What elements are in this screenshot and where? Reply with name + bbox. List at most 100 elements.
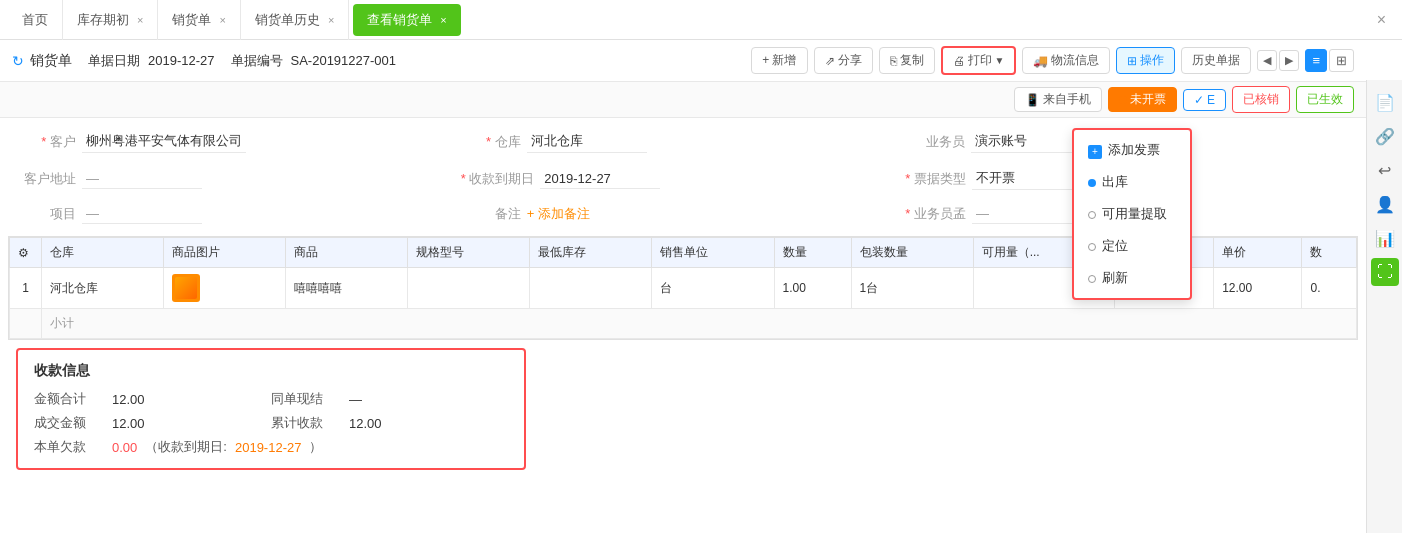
row-amount: 0.: [1302, 268, 1357, 309]
col-pack-qty: 包装数量: [851, 238, 973, 268]
add-invoice-icon: +: [1088, 142, 1102, 159]
col-spec: 规格型号: [408, 238, 530, 268]
dropdown-refresh[interactable]: 刷新: [1074, 262, 1190, 294]
tab-view-sales-close[interactable]: ×: [440, 14, 446, 26]
ship-out-icon: [1088, 174, 1096, 190]
pay-total-label: 金额合计: [34, 390, 104, 408]
pay-owed-value: 0.00: [112, 440, 137, 455]
pay-deal-label: 成交金额: [34, 414, 104, 432]
dropdown-available-qty[interactable]: 可用量提取: [1074, 198, 1190, 230]
staff2-label: 业务员孟: [905, 205, 966, 223]
row-warehouse: 河北仓库: [42, 268, 164, 309]
col-min-stock: 最低库存: [530, 238, 652, 268]
list-view-button[interactable]: ≡: [1305, 49, 1327, 72]
toolbar-row: 📱 来自手机 未开票 ✓ E 已核销 已生效: [0, 82, 1366, 118]
doc-header: ↻ 销货单 单据日期 2019-12-27 单据编号 SA-20191227-0…: [0, 40, 1366, 82]
doc-meta-date: 单据日期 2019-12-27: [88, 52, 215, 70]
from-phone-button[interactable]: 📱 来自手机: [1014, 87, 1102, 112]
row-product-img: [164, 268, 286, 309]
print-icon: 🖨: [953, 54, 965, 68]
row-num: 1: [10, 268, 42, 309]
pay-row-owed: 本单欠款 0.00 （收款到期日: 2019-12-27 ）: [34, 438, 508, 456]
dropdown-add-invoice[interactable]: + 添加发票: [1074, 134, 1190, 166]
pay-row-deal: 成交金额 12.00: [34, 414, 271, 432]
product-image: [172, 274, 200, 302]
sidebar-doc-icon[interactable]: 📄: [1371, 88, 1399, 116]
row-sales-unit: 台: [652, 268, 774, 309]
row-spec: [408, 268, 530, 309]
pay-owed-label: 本单欠款: [34, 438, 104, 456]
sidebar-link-icon[interactable]: 🔗: [1371, 122, 1399, 150]
window-close[interactable]: ×: [1369, 11, 1394, 29]
operations-dropdown: + 添加发票 出库 可用量提取 定位 刷新: [1072, 128, 1192, 300]
tab-bar: 首页 库存期初 × 销货单 × 销货单历史 × 查看销货单 × ×: [0, 0, 1402, 40]
payment-grid: 金额合计 12.00 同单现结 — 成交金额 12.00 累计收款 12.00 …: [34, 390, 508, 456]
prev-button[interactable]: ◀: [1257, 50, 1277, 71]
col-sales-unit: 销售单位: [652, 238, 774, 268]
pay-row-accumulated: 累计收款 12.00: [271, 414, 508, 432]
add-note-button[interactable]: 添加备注: [527, 205, 590, 223]
effect-status-badge: 已生效: [1296, 86, 1354, 113]
operations-button[interactable]: ⊞ 操作: [1116, 47, 1175, 74]
tab-sales-history[interactable]: 销货单历史 ×: [241, 0, 349, 40]
right-sidebar: 📄 🔗 ↩ 👤 📊 ⛶: [1366, 80, 1402, 533]
doc-title: ↻ 销货单: [12, 52, 72, 70]
customer-label: 客户: [16, 133, 76, 151]
logistics-icon: 🚚: [1033, 54, 1048, 68]
pay-due-date: 2019-12-27: [235, 440, 302, 455]
due-date-value: 2019-12-27: [540, 169, 660, 189]
tab-view-sales[interactable]: 查看销货单 ×: [353, 4, 460, 36]
tab-home[interactable]: 首页: [8, 0, 63, 40]
main-content: ↻ 销货单 单据日期 2019-12-27 单据编号 SA-20191227-0…: [0, 40, 1402, 533]
doc-title-text: 销货单: [30, 52, 72, 70]
copy-button[interactable]: ⎘ 复制: [879, 47, 935, 74]
tab-sales-history-close[interactable]: ×: [328, 14, 334, 26]
row-min-stock: [530, 268, 652, 309]
new-button[interactable]: + 新增: [751, 47, 807, 74]
pay-total-value: 12.00: [112, 392, 145, 407]
print-button[interactable]: 🖨 打印 ▼: [941, 46, 1017, 75]
subtotal-row: 小计: [10, 309, 1357, 339]
customer-value: 柳州粤港平安气体有限公司: [82, 130, 246, 153]
payment-title: 收款信息: [34, 362, 508, 380]
address-label: 客户地址: [16, 170, 76, 188]
due-date-label: 收款到期日: [461, 170, 535, 188]
orange-dot-icon: [1119, 96, 1127, 104]
check-icon: ✓: [1194, 93, 1204, 107]
sidebar-expand-icon[interactable]: ⛶: [1371, 258, 1399, 286]
doc-meta-number: 单据编号 SA-20191227-001: [231, 52, 397, 70]
tab-inventory[interactable]: 库存期初 ×: [63, 0, 158, 40]
col-unit-price: 单价: [1214, 238, 1302, 268]
staff-label: 业务员: [905, 133, 965, 151]
cancel-status-badge: 已核销: [1232, 86, 1290, 113]
check1-button[interactable]: ✓ E: [1183, 89, 1226, 111]
share-button[interactable]: ⇗ 分享: [814, 47, 873, 74]
col-product: 商品: [286, 238, 408, 268]
col-amount: 数: [1302, 238, 1357, 268]
history-button[interactable]: 历史单据: [1181, 47, 1251, 74]
tab-inventory-close[interactable]: ×: [137, 14, 143, 26]
row-pack-qty: 1台: [851, 268, 973, 309]
next-button[interactable]: ▶: [1279, 50, 1299, 71]
doc-icon: ↻: [12, 53, 24, 69]
pay-same-settle-value: —: [349, 392, 362, 407]
dropdown-ship-out[interactable]: 出库: [1074, 166, 1190, 198]
sidebar-undo-icon[interactable]: ↩: [1371, 156, 1399, 184]
sidebar-user-icon[interactable]: 👤: [1371, 190, 1399, 218]
row-unit-price: 12.00: [1214, 268, 1302, 309]
sidebar-chart-icon[interactable]: 📊: [1371, 224, 1399, 252]
warehouse-label: 仓库: [461, 133, 521, 151]
payment-box: 收款信息 金额合计 12.00 同单现结 — 成交金额 12.00 累计收款 1…: [16, 348, 526, 470]
col-settings[interactable]: ⚙: [10, 238, 42, 268]
logistics-button[interactable]: 🚚 物流信息: [1022, 47, 1110, 74]
pay-owed-note: （收款到期日:: [145, 438, 227, 456]
project-value: —: [82, 204, 202, 224]
phone-icon: 📱: [1025, 93, 1040, 107]
address-value: —: [82, 169, 202, 189]
note-field: 备注 添加备注: [461, 205, 906, 223]
dropdown-locate[interactable]: 定位: [1074, 230, 1190, 262]
tab-sales-close[interactable]: ×: [219, 14, 225, 26]
not-open-ticket-button[interactable]: 未开票: [1108, 87, 1177, 112]
grid-view-button[interactable]: ⊞: [1329, 49, 1354, 72]
tab-sales[interactable]: 销货单 ×: [158, 0, 240, 40]
